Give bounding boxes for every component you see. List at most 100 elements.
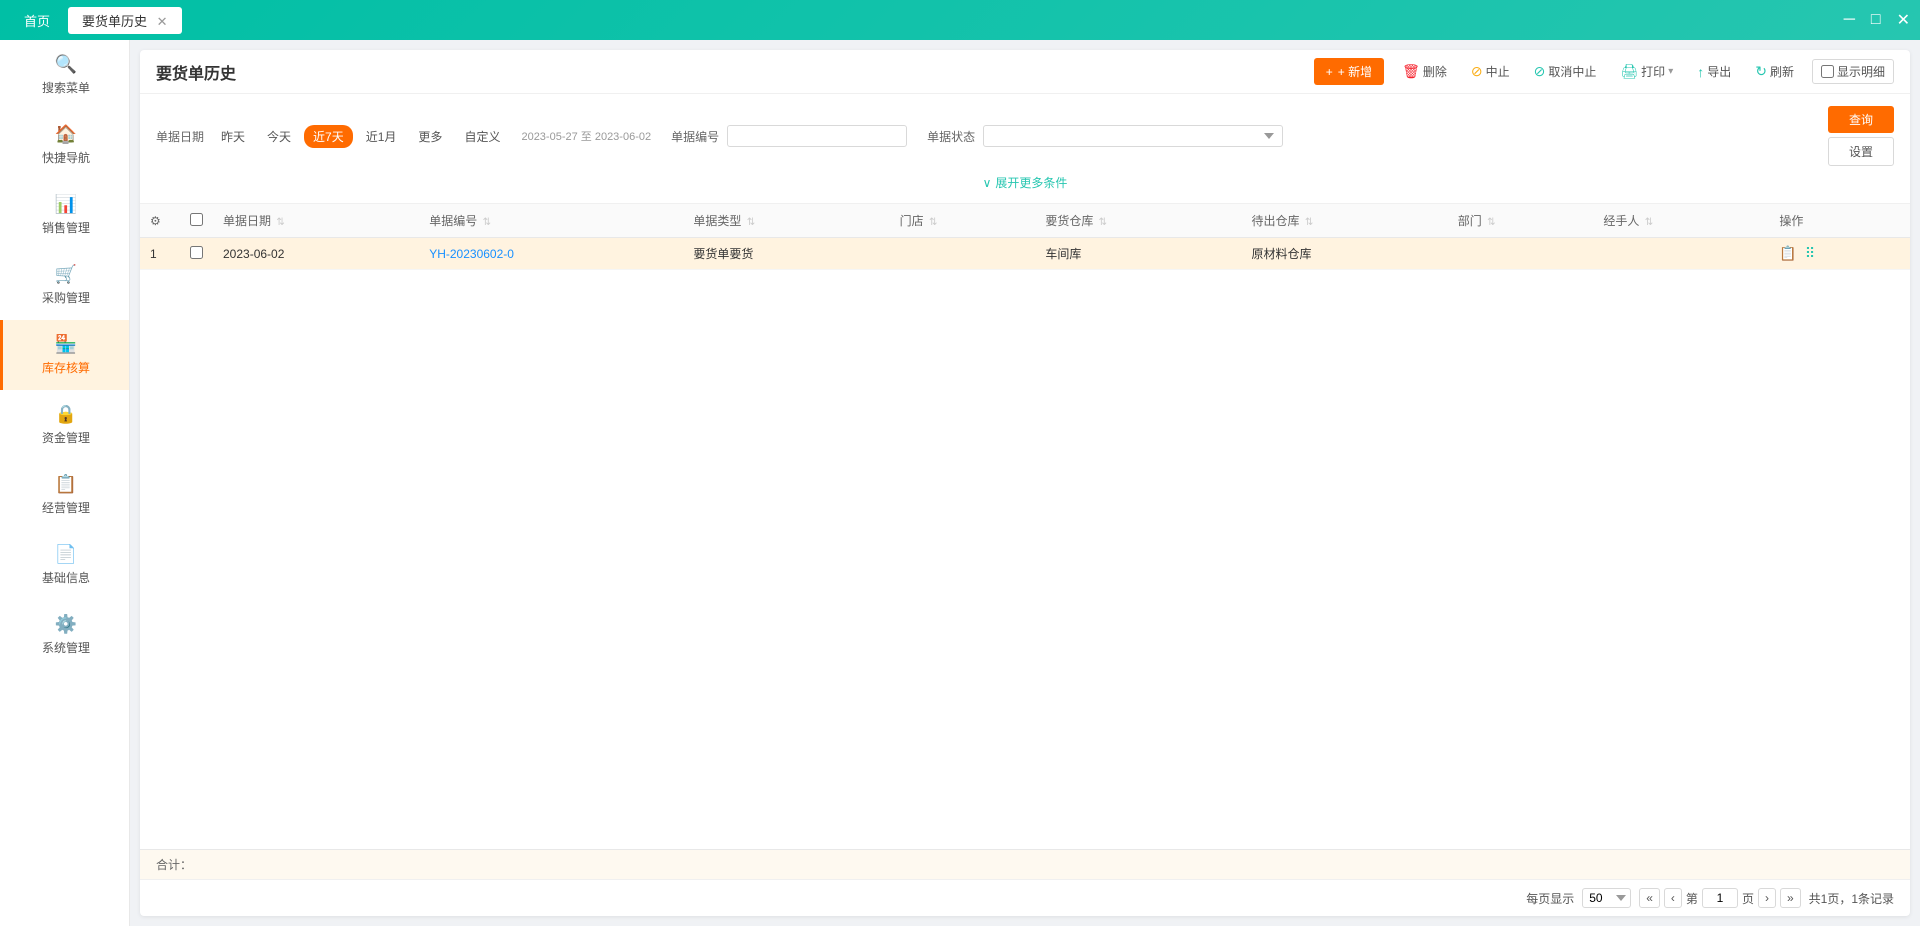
filter-row: 单据日期 昨天 今天 近7天 近1月 更多 自定义 2023-05-27 至 2… (156, 106, 1894, 166)
date-btn-yesterday[interactable]: 昨天 (212, 125, 254, 148)
sidebar-item-finance[interactable]: 🔒 资金管理 (0, 390, 129, 460)
expand-more-btn[interactable]: ∨ 展开更多条件 (156, 174, 1894, 191)
settings-button[interactable]: 设置 (1828, 137, 1894, 166)
first-page-btn[interactable]: « (1639, 888, 1660, 908)
sidebar-item-search-menu[interactable]: 🔍 搜索菜单 (0, 40, 129, 110)
sort-handler-icon[interactable]: ⇅ (1645, 217, 1653, 228)
action-buttons: 查询 设置 (1828, 106, 1894, 166)
edit-action-icon[interactable]: 📋 (1779, 245, 1796, 262)
cell-actions: 📋 ⠿ (1769, 238, 1910, 270)
sort-dept-icon[interactable]: ⇅ (1487, 217, 1495, 228)
sort-store-icon[interactable]: ⇅ (929, 217, 937, 228)
close-icon[interactable]: ✕ (1897, 10, 1910, 30)
last-page-btn[interactable]: » (1780, 888, 1801, 908)
new-button[interactable]: + + 新增 (1314, 58, 1384, 85)
col-department: 部门 ⇅ (1448, 204, 1594, 238)
stop-button[interactable]: ⊘ 中止 (1465, 60, 1516, 83)
tab-bar: 首页 要货单历史 ✕ (10, 7, 1844, 34)
sort-billno-icon[interactable]: ⇅ (483, 217, 491, 228)
cell-req-warehouse: 车间库 (1035, 238, 1241, 270)
sort-reqwh-icon[interactable]: ⇅ (1099, 217, 1107, 228)
system-icon: ⚙️ (55, 614, 77, 635)
cell-bill-no: YH-20230602-0 (419, 238, 683, 270)
export-button[interactable]: ↑ 导出 (1691, 60, 1737, 83)
cell-checkbox (180, 238, 213, 270)
col-settings: ⚙ (140, 204, 180, 238)
quick-nav-icon: 🏠 (55, 124, 77, 145)
sidebar-item-sales[interactable]: 📊 销售管理 (0, 180, 129, 250)
window-controls: ─ □ ✕ (1844, 10, 1910, 30)
display-detail-button[interactable]: 显示明细 (1812, 59, 1894, 84)
bill-status-filter-group: 单据状态 (927, 125, 1808, 147)
display-detail-checkbox[interactable] (1821, 65, 1834, 78)
delete-button[interactable]: 🗑 删除 (1396, 60, 1453, 83)
tab-close-icon[interactable]: ✕ (157, 14, 168, 29)
cell-index: 1 (140, 238, 180, 270)
operations-icon: 📋 (55, 474, 77, 495)
purchase-icon: 🛒 (55, 264, 77, 285)
sidebar-item-quick-nav[interactable]: 🏠 快捷导航 (0, 110, 129, 180)
pagination-bar: 每页显示 50 20 100 200 « ‹ 第 页 › » 共1页，1条记录 (140, 879, 1910, 916)
data-table: ⚙ 单据日期 ⇅ 单据编号 ⇅ (140, 204, 1910, 270)
table-row: 1 2023-06-02 YH-20230602-0 要货单要货 车间库 (140, 238, 1910, 270)
refresh-button[interactable]: ↻ 刷新 (1749, 60, 1800, 83)
bill-status-select[interactable] (983, 125, 1283, 147)
current-page-label: 第 (1686, 890, 1698, 907)
col-checkbox (180, 204, 213, 238)
sort-date-icon[interactable]: ⇅ (276, 217, 284, 228)
col-date: 单据日期 ⇅ (213, 204, 419, 238)
date-btn-7days[interactable]: 近7天 (304, 125, 353, 148)
sidebar-item-inventory[interactable]: 🏪 库存核算 (0, 320, 129, 390)
row-checkbox[interactable] (190, 246, 203, 259)
toolbar: + + 新增 🗑 删除 ⊘ 中止 ⊘ 取消中止 (1314, 58, 1894, 85)
prev-page-btn[interactable]: ‹ (1664, 888, 1682, 908)
table-container: ⚙ 单据日期 ⇅ 单据编号 ⇅ (140, 204, 1910, 849)
inventory-icon: 🏪 (55, 334, 77, 355)
date-buttons: 昨天 今天 近7天 近1月 更多 自定义 (212, 125, 509, 148)
query-button[interactable]: 查询 (1828, 106, 1894, 133)
date-btn-more[interactable]: 更多 (409, 125, 451, 148)
bill-no-filter-group: 单据编号 (671, 125, 907, 147)
settings-gear-icon[interactable]: ⚙ (150, 214, 161, 228)
date-filter-group: 单据日期 昨天 今天 近7天 近1月 更多 自定义 2023-05-27 至 2… (156, 125, 651, 148)
maximize-icon[interactable]: □ (1871, 11, 1881, 29)
col-handler: 经手人 ⇅ (1593, 204, 1769, 238)
content-wrapper: 要货单历史 + + 新增 🗑 删除 ⊘ 中止 ⊘ (140, 50, 1910, 916)
tab-home[interactable]: 首页 (10, 7, 64, 34)
total-info: 共1页，1条记录 (1809, 890, 1894, 907)
date-filter-label: 单据日期 (156, 128, 204, 145)
page-size-label: 每页显示 (1526, 890, 1574, 907)
next-page-btn[interactable]: › (1758, 888, 1776, 908)
cancel-stop-button[interactable]: ⊘ 取消中止 (1528, 60, 1603, 83)
bill-no-link[interactable]: YH-20230602-0 (429, 247, 514, 261)
cell-department (1448, 238, 1594, 270)
print-dropdown-icon: ▾ (1668, 66, 1673, 77)
date-btn-custom[interactable]: 自定义 (455, 125, 509, 148)
sidebar: 🔍 搜索菜单 🏠 快捷导航 📊 销售管理 🛒 采购管理 🏪 库存核算 🔒 资金管… (0, 40, 130, 926)
cell-bill-type: 要货单要货 (683, 238, 889, 270)
sort-pendwh-icon[interactable]: ⇅ (1305, 217, 1313, 228)
sales-icon: 📊 (55, 194, 77, 215)
sidebar-item-system[interactable]: ⚙️ 系统管理 (0, 600, 129, 670)
date-btn-1month[interactable]: 近1月 (357, 125, 406, 148)
sort-billtype-icon[interactable]: ⇅ (747, 217, 755, 228)
date-btn-today[interactable]: 今天 (258, 125, 300, 148)
bill-no-input[interactable] (727, 125, 907, 147)
sidebar-item-base-info[interactable]: 📄 基础信息 (0, 530, 129, 600)
page-number-input[interactable] (1702, 888, 1738, 908)
print-icon: 🖨 (1620, 63, 1638, 80)
minimize-icon[interactable]: ─ (1844, 11, 1855, 29)
sidebar-item-purchase[interactable]: 🛒 采购管理 (0, 250, 129, 320)
main-layout: 🔍 搜索菜单 🏠 快捷导航 📊 销售管理 🛒 采购管理 🏪 库存核算 🔒 资金管… (0, 40, 1920, 926)
print-button[interactable]: 🖨 打印 ▾ (1614, 60, 1679, 83)
finance-icon: 🔒 (55, 404, 77, 425)
bill-no-label: 单据编号 (671, 128, 719, 145)
tab-bill-history[interactable]: 要货单历史 ✕ (68, 7, 182, 34)
action-icons: 📋 ⠿ (1779, 245, 1900, 262)
select-all-checkbox[interactable] (190, 213, 203, 226)
sidebar-item-operations[interactable]: 📋 经营管理 (0, 460, 129, 530)
more-action-icon[interactable]: ⠿ (1805, 245, 1815, 262)
cell-date: 2023-06-02 (213, 238, 419, 270)
page-size-select[interactable]: 50 20 100 200 (1582, 888, 1631, 908)
delete-icon: 🗑 (1402, 63, 1420, 80)
